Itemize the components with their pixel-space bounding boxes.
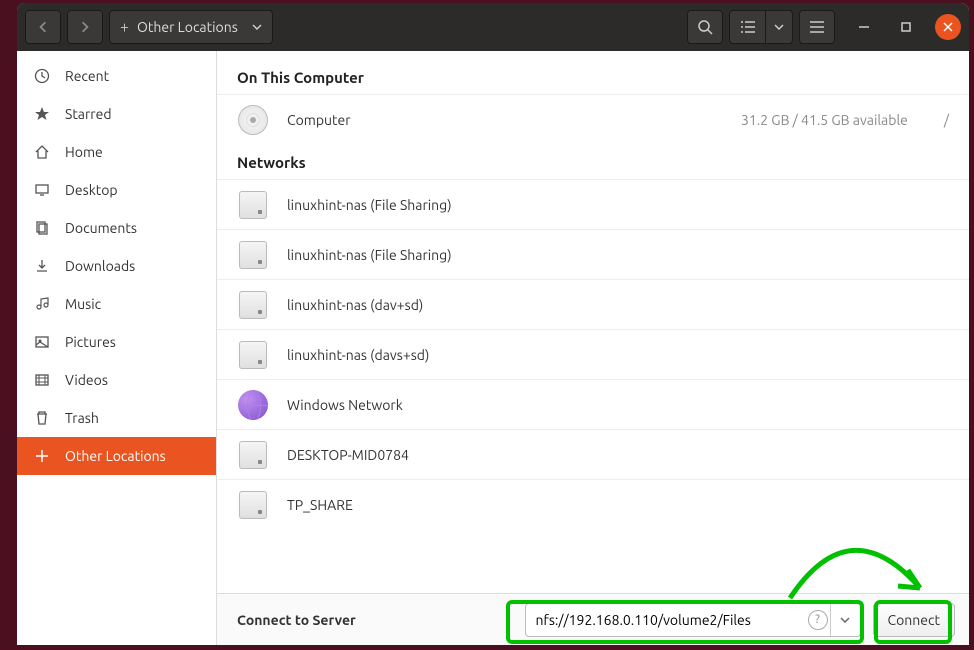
music-icon [33,295,51,313]
connect-label: Connect to Server [237,612,513,628]
list-view-button[interactable] [729,10,765,44]
path-bar[interactable]: + Other Locations [109,10,273,44]
plus-icon [33,447,51,465]
sidebar-item-label: Starred [65,106,112,122]
nav-forward-button[interactable] [67,10,103,44]
documents-icon [33,219,51,237]
row-label: DESKTOP-MID0784 [287,447,949,463]
network-row[interactable]: linuxhint-nas (File Sharing) [217,229,969,279]
drive-icon [237,289,269,321]
connect-button[interactable]: Connect [873,603,956,637]
main-pane: On This Computer Computer 31.2 GB / 41.5… [217,51,969,645]
downloads-icon [33,257,51,275]
sidebar-item-downloads[interactable]: Downloads [17,247,216,285]
server-address-field-wrap: ? [525,603,861,637]
nav-back-button[interactable] [25,10,61,44]
disk-icon [237,104,269,136]
sidebar-item-music[interactable]: Music [17,285,216,323]
sidebar-item-pictures[interactable]: Pictures [17,323,216,361]
sidebar-item-recent[interactable]: Recent [17,57,216,95]
close-button[interactable] [935,14,961,40]
row-label: linuxhint-nas (dav+sd) [287,297,949,313]
sidebar-item-label: Home [65,144,103,160]
row-storage-info: 31.2 GB / 41.5 GB available [741,112,908,128]
sidebar-item-videos[interactable]: Videos [17,361,216,399]
sidebar-item-home[interactable]: Home [17,133,216,171]
row-label: Windows Network [287,397,949,413]
row-label: TP_SHARE [287,497,949,513]
row-label: linuxhint-nas (File Sharing) [287,197,949,213]
sidebar-item-label: Other Locations [65,448,166,464]
desktop-icon [33,181,51,199]
recent-servers-dropdown[interactable] [830,604,860,636]
row-label: Computer [287,112,723,128]
hamburger-menu-button[interactable] [799,10,835,44]
row-label: linuxhint-nas (File Sharing) [287,247,949,263]
drive-icon [237,189,269,221]
sidebar-item-label: Desktop [65,182,118,198]
star-icon [33,105,51,123]
search-button[interactable] [687,10,723,44]
view-options-button[interactable] [765,10,793,44]
sidebar-item-label: Pictures [65,334,116,350]
row-label: linuxhint-nas (davs+sd) [287,347,949,363]
connect-to-server-bar: Connect to Server ? Connect [217,593,969,645]
drive-icon [237,489,269,521]
sidebar-item-documents[interactable]: Documents [17,209,216,247]
home-icon [33,143,51,161]
trash-icon [33,409,51,427]
drive-icon [237,339,269,371]
network-row[interactable]: TP_SHARE [217,479,969,529]
drive-icon [237,439,269,471]
main-scroll[interactable]: On This Computer Computer 31.2 GB / 41.5… [217,51,969,593]
sidebar-item-label: Trash [65,410,99,426]
path-label: Other Locations [137,19,238,35]
sidebar: Recent Starred Home Desktop Documents Do… [17,51,217,645]
network-row-windows[interactable]: Windows Network [217,379,969,429]
plus-icon: + [120,18,129,36]
sidebar-item-desktop[interactable]: Desktop [17,171,216,209]
sidebar-item-label: Downloads [65,258,135,274]
minimize-button[interactable] [851,14,877,40]
help-icon[interactable]: ? [808,610,828,630]
network-row[interactable]: linuxhint-nas (File Sharing) [217,179,969,229]
section-header-networks: Networks [217,150,969,179]
maximize-button[interactable] [893,14,919,40]
file-manager-window: + Other Locations [17,3,969,645]
computer-row[interactable]: Computer 31.2 GB / 41.5 GB available / [217,94,969,144]
sidebar-item-label: Recent [65,68,109,84]
drive-icon [237,239,269,271]
network-row[interactable]: DESKTOP-MID0784 [217,429,969,479]
sidebar-item-label: Music [65,296,101,312]
sidebar-item-trash[interactable]: Trash [17,399,216,437]
view-mode-group [729,10,793,44]
section-header-computer: On This Computer [217,65,969,94]
clock-icon [33,67,51,85]
pictures-icon [33,333,51,351]
row-mount-point: / [944,112,949,128]
videos-icon [33,371,51,389]
sidebar-item-label: Documents [65,220,137,236]
sidebar-item-other-locations[interactable]: Other Locations [17,437,216,475]
sidebar-item-starred[interactable]: Starred [17,95,216,133]
network-row[interactable]: linuxhint-nas (dav+sd) [217,279,969,329]
server-address-input[interactable] [526,604,808,636]
network-row[interactable]: linuxhint-nas (davs+sd) [217,329,969,379]
sidebar-item-label: Videos [65,372,108,388]
content-area: Recent Starred Home Desktop Documents Do… [17,51,969,645]
globe-icon [237,389,269,421]
chevron-down-icon [252,24,262,30]
titlebar: + Other Locations [17,3,969,51]
